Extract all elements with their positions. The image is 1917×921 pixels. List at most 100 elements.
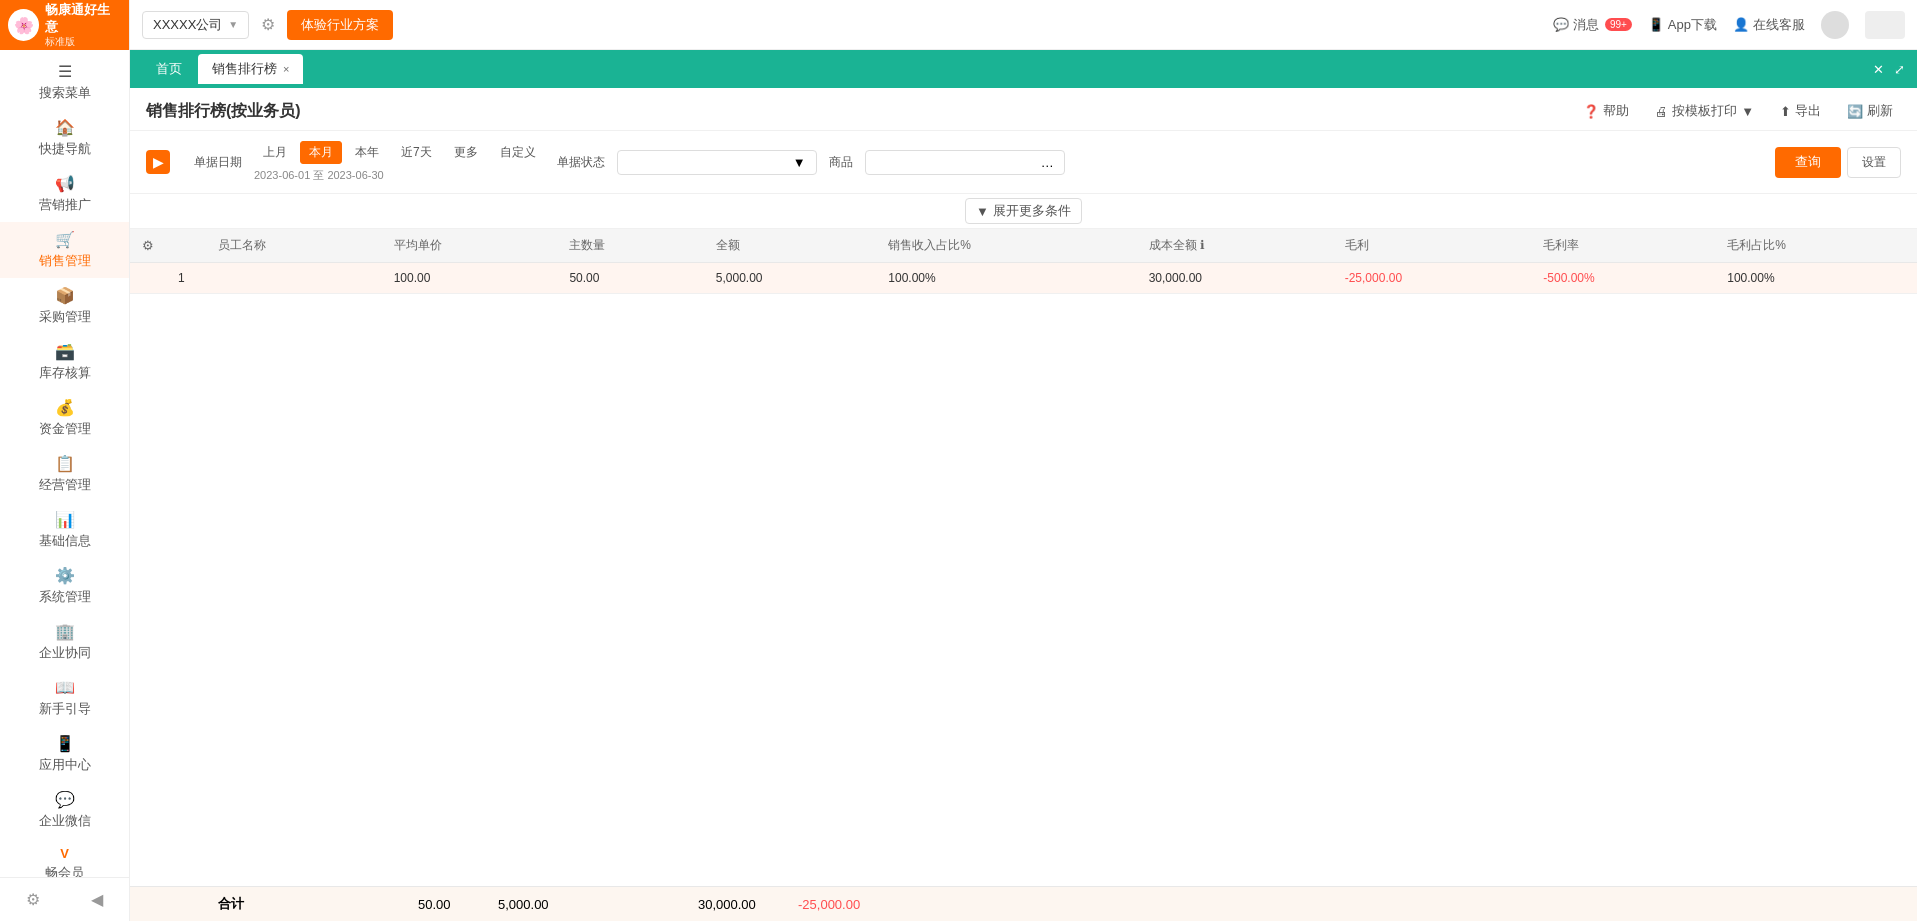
date-btn-7days[interactable]: 近7天 xyxy=(392,141,441,164)
sidebar-item-wechat[interactable]: 💬 企业微信 xyxy=(0,782,129,838)
status-filter-label: 单据状态 xyxy=(557,154,605,171)
filter-expand-toggle[interactable]: ▶ xyxy=(146,150,170,174)
filter-area: ▶ 单据日期 上月 本月 本年 近7天 更多 自定义 2023-06-01 至 … xyxy=(130,131,1917,194)
window-maximize-icon[interactable]: ⤢ xyxy=(1894,62,1905,77)
window-close-icon[interactable]: ✕ xyxy=(1873,62,1884,77)
col-quantity: 主数量 xyxy=(557,229,703,263)
refresh-icon: 🔄 xyxy=(1847,104,1863,119)
sidebar-item-app-center[interactable]: 📱 应用中心 xyxy=(0,726,129,782)
sidebar-item-operations[interactable]: 📋 经营管理 xyxy=(0,446,129,502)
table-area: ⚙ 员工名称 平均单价 主数量 全额 销售收入占比% 成本全额 ℹ 毛利 毛利率… xyxy=(130,229,1917,886)
row-rank: 1 xyxy=(166,263,206,294)
company-chevron-icon: ▼ xyxy=(228,19,238,30)
sales-icon: 🛒 xyxy=(55,230,75,249)
refresh-btn[interactable]: 🔄 刷新 xyxy=(1839,98,1901,124)
col-amount: 全额 xyxy=(704,229,877,263)
status-select-chevron: ▼ xyxy=(793,155,806,170)
sidebar-footer: ⚙ ◀ xyxy=(0,877,129,921)
sidebar-collapse-btn[interactable]: ◀ xyxy=(83,886,111,913)
page-actions: ❓ 帮助 🖨 按模板打印 ▼ ⬆ 导出 🔄 刷新 xyxy=(1575,98,1901,124)
col-gross: 毛利 xyxy=(1333,229,1532,263)
print-btn[interactable]: 🖨 按模板打印 ▼ xyxy=(1647,98,1762,124)
table-row: 1 100.00 50.00 5,000.00 100.00% 30,000.0… xyxy=(130,263,1917,294)
col-gross-rate: 毛利率 xyxy=(1531,229,1715,263)
table-footer: 合计 50.00 5,000.00 30,000.00 -25,000.00 xyxy=(130,886,1917,921)
page-header: 销售排行榜(按业务员) ❓ 帮助 🖨 按模板打印 ▼ ⬆ 导出 🔄 刷新 xyxy=(130,88,1917,131)
query-button[interactable]: 查询 xyxy=(1775,147,1841,178)
row-settings-cell xyxy=(130,263,166,294)
tab-close-icon[interactable]: × xyxy=(283,63,289,75)
filter-toggle-row: ▼ 展开更多条件 xyxy=(130,194,1917,229)
col-employee: 员工名称 xyxy=(206,229,382,263)
home-icon: 🏠 xyxy=(55,118,75,137)
print-icon: 🖨 xyxy=(1655,104,1668,119)
trial-button[interactable]: 体验行业方案 xyxy=(287,10,393,40)
tab-sales-ranking[interactable]: 销售排行榜 × xyxy=(198,54,303,84)
filter-row: ▶ 单据日期 上月 本月 本年 近7天 更多 自定义 2023-06-01 至 … xyxy=(146,141,1901,183)
col-avg-price: 平均单价 xyxy=(382,229,558,263)
tab-bar: 首页 销售排行榜 × ✕ ⤢ xyxy=(130,50,1917,88)
logo-text: 畅康通好生意 标准版 xyxy=(45,2,121,49)
wechat-icon: 💬 xyxy=(55,790,75,809)
sidebar-item-guide[interactable]: 📖 新手引导 xyxy=(0,670,129,726)
marketing-icon: 📢 xyxy=(55,174,75,193)
goods-more-icon: … xyxy=(1041,155,1054,170)
sidebar-item-purchase[interactable]: 📦 采购管理 xyxy=(0,278,129,334)
tab-home[interactable]: 首页 xyxy=(142,54,196,84)
sidebar-item-system[interactable]: ⚙️ 系统管理 xyxy=(0,558,129,614)
date-btn-this-year[interactable]: 本年 xyxy=(346,141,388,164)
help-icon: ❓ xyxy=(1583,104,1599,119)
date-range-display: 2023-06-01 至 2023-06-30 xyxy=(254,168,545,183)
finance-icon: 💰 xyxy=(55,398,75,417)
app-download-btn[interactable]: 📱 App下载 xyxy=(1648,16,1717,34)
sidebar: 🌸 畅康通好生意 标准版 ☰ 搜索菜单 🏠 快捷导航 📢 营销推广 🛒 销售管理… xyxy=(0,0,130,921)
footer-total-label: 合计 xyxy=(218,895,338,913)
online-service-btn[interactable]: 👤 在线客服 xyxy=(1733,16,1805,34)
enterprise-icon: 🏢 xyxy=(55,622,75,641)
sidebar-item-base-info[interactable]: 📊 基础信息 xyxy=(0,502,129,558)
search-menu-icon: ☰ xyxy=(58,62,72,81)
row-employee xyxy=(206,263,382,294)
date-btn-more[interactable]: 更多 xyxy=(445,141,487,164)
date-filter-label: 单据日期 xyxy=(194,154,242,171)
col-cost: 成本全额 ℹ xyxy=(1137,229,1333,263)
row-sales-pct: 100.00% xyxy=(876,263,1136,294)
table-header-row: ⚙ 员工名称 平均单价 主数量 全额 销售收入占比% 成本全额 ℹ 毛利 毛利率… xyxy=(130,229,1917,263)
col-settings[interactable]: ⚙ xyxy=(130,229,166,263)
sidebar-item-finance[interactable]: 💰 资金管理 xyxy=(0,390,129,446)
expand-more-conditions-btn[interactable]: ▼ 展开更多条件 xyxy=(965,198,1082,224)
footer-cost: 30,000.00 xyxy=(698,897,798,912)
base-info-icon: 📊 xyxy=(55,510,75,529)
sidebar-item-quick-nav[interactable]: 🏠 快捷导航 xyxy=(0,110,129,166)
export-btn[interactable]: ⬆ 导出 xyxy=(1772,98,1829,124)
goods-filter-label: 商品 xyxy=(829,154,853,171)
sidebar-item-marketing[interactable]: 📢 营销推广 xyxy=(0,166,129,222)
message-btn[interactable]: 💬 消息 99+ xyxy=(1553,16,1632,34)
main-content: XXXXX公司 ▼ ⚙ 体验行业方案 💬 消息 99+ 📱 App下载 👤 在线… xyxy=(130,0,1917,921)
print-chevron-icon: ▼ xyxy=(1741,104,1754,119)
status-select[interactable]: ▼ xyxy=(617,150,817,175)
sidebar-settings-btn[interactable]: ⚙ xyxy=(18,886,48,913)
sidebar-item-inventory[interactable]: 🗃️ 库存核算 xyxy=(0,334,129,390)
user-avatar[interactable] xyxy=(1821,11,1849,39)
sidebar-nav: ☰ 搜索菜单 🏠 快捷导航 📢 营销推广 🛒 销售管理 📦 采购管理 🗃️ 库存… xyxy=(0,50,129,877)
row-gross-rate: -500.00% xyxy=(1531,263,1715,294)
sidebar-item-member[interactable]: V 畅会员 xyxy=(0,838,129,877)
date-btn-last-month[interactable]: 上月 xyxy=(254,141,296,164)
sidebar-item-sales[interactable]: 🛒 销售管理 xyxy=(0,222,129,278)
page-content: 销售排行榜(按业务员) ❓ 帮助 🖨 按模板打印 ▼ ⬆ 导出 🔄 刷新 xyxy=(130,88,1917,921)
company-selector[interactable]: XXXXX公司 ▼ xyxy=(142,11,249,39)
table-settings-icon[interactable]: ⚙ xyxy=(142,238,154,253)
sidebar-item-search[interactable]: ☰ 搜索菜单 xyxy=(0,54,129,110)
date-btn-custom[interactable]: 自定义 xyxy=(491,141,545,164)
expand-chevron-icon: ▼ xyxy=(976,204,989,219)
help-btn[interactable]: ❓ 帮助 xyxy=(1575,98,1637,124)
settings-button[interactable]: 设置 xyxy=(1847,147,1901,178)
row-gross: -25,000.00 xyxy=(1333,263,1532,294)
row-amount: 5,000.00 xyxy=(704,263,877,294)
footer-gross: -25,000.00 xyxy=(798,897,898,912)
sidebar-item-enterprise[interactable]: 🏢 企业协同 xyxy=(0,614,129,670)
header-settings-icon[interactable]: ⚙ xyxy=(261,15,275,34)
date-btn-this-month[interactable]: 本月 xyxy=(300,141,342,164)
goods-input[interactable]: … xyxy=(865,150,1065,175)
